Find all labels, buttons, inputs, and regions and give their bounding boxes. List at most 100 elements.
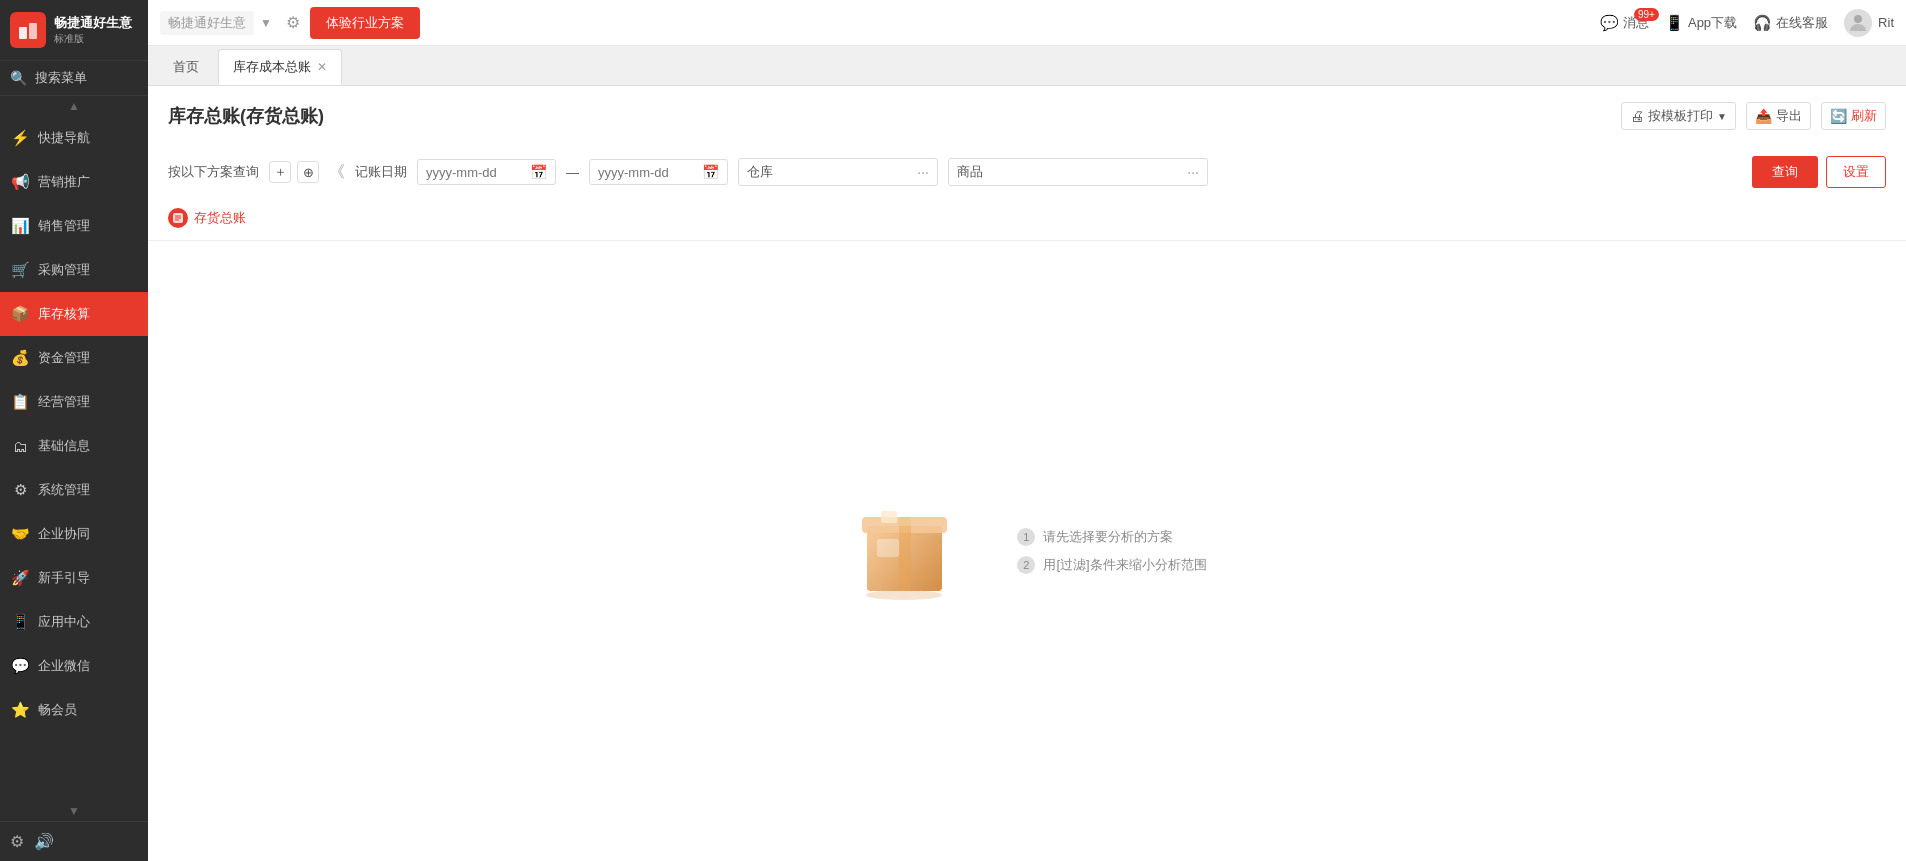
sidebar-logo: 畅捷通好生意 标准版 (0, 0, 148, 61)
svg-rect-0 (19, 27, 27, 39)
empty-row: 1 请先选择要分析的方案 2 用[过滤]条件来缩小分析范围 (847, 481, 1206, 621)
search-btn[interactable]: 查询 (1752, 156, 1818, 188)
refresh-btn[interactable]: 🔄 刷新 (1821, 102, 1886, 130)
sidebar-item-label: 资金管理 (38, 349, 90, 367)
sidebar-item-label: 应用中心 (38, 613, 90, 631)
warehouse-select[interactable]: 仓库 ··· (738, 158, 938, 186)
hint-num-2: 2 (1017, 556, 1035, 574)
hint-item-1: 1 请先选择要分析的方案 (1017, 528, 1206, 546)
settings-gear-icon[interactable]: ⚙ (286, 13, 300, 32)
basic-icon: 🗂 (10, 436, 30, 456)
calendar-start-icon: 📅 (530, 164, 547, 180)
page-actions: 🖨 按模板打印 ▼ 📤 导出 🔄 刷新 (1621, 102, 1886, 130)
sidebar-item-basic[interactable]: 🗂 基础信息 (0, 424, 148, 468)
date-start-field[interactable] (426, 165, 526, 180)
trial-btn[interactable]: 体验行业方案 (310, 7, 420, 39)
hint-text-2: 用[过滤]条件来缩小分析范围 (1043, 556, 1206, 574)
sidebar-item-membership[interactable]: ⭐ 畅会员 (0, 688, 148, 732)
cooperation-icon: 🤝 (10, 524, 30, 544)
print-dropdown-icon: ▼ (1717, 111, 1727, 122)
print-btn[interactable]: 🖨 按模板打印 ▼ (1621, 102, 1736, 130)
svg-rect-10 (899, 526, 911, 591)
goods-select[interactable]: 商品 ··· (948, 158, 1208, 186)
top-header: 畅捷通好生意 ▼ ⚙ 体验行业方案 💬 消息 99+ 📱 App下载 🎧 在线客… (148, 0, 1906, 46)
messages-action[interactable]: 💬 消息 99+ (1600, 14, 1649, 32)
sidebar-item-label: 基础信息 (38, 437, 90, 455)
sidebar-scroll-up[interactable]: ▲ (0, 96, 148, 116)
tab-home[interactable]: 首页 (158, 49, 214, 85)
sidebar-item-enterprise-wechat[interactable]: 💬 企业微信 (0, 644, 148, 688)
sidebar-item-marketing[interactable]: 📢 营销推广 (0, 160, 148, 204)
schema-row: 存货总账 (168, 200, 1886, 240)
user-info[interactable]: Rit (1844, 9, 1894, 37)
calendar-end-icon: 📅 (702, 164, 719, 180)
marketing-icon: 📢 (10, 172, 30, 192)
export-btn[interactable]: 📤 导出 (1746, 102, 1811, 130)
settings-icon[interactable]: ⚙ (10, 832, 24, 851)
message-icon: 💬 (1600, 14, 1619, 32)
audio-icon[interactable]: 🔊 (34, 832, 54, 851)
date-start-input[interactable]: 📅 (417, 159, 556, 185)
schema-item-icon (168, 208, 188, 228)
sidebar-item-operation[interactable]: 📋 经营管理 (0, 380, 148, 424)
tab-home-label: 首页 (173, 58, 199, 76)
main-area: 畅捷通好生意 ▼ ⚙ 体验行业方案 💬 消息 99+ 📱 App下载 🎧 在线客… (148, 0, 1906, 861)
sidebar-search[interactable]: 🔍 搜索菜单 (0, 61, 148, 96)
sidebar-item-quick-nav[interactable]: ⚡ 快捷导航 (0, 116, 148, 160)
tab-bar: 首页 库存成本总账 ✕ (148, 46, 1906, 86)
tab-inventory-ledger-label: 库存成本总账 (233, 58, 311, 76)
app-download-label: App下载 (1688, 14, 1737, 32)
sidebar-item-cooperation[interactable]: 🤝 企业协同 (0, 512, 148, 556)
svg-rect-11 (899, 517, 911, 533)
date-dash: — (566, 165, 579, 180)
sidebar-item-app-center[interactable]: 📱 应用中心 (0, 600, 148, 644)
membership-icon: ⭐ (10, 700, 30, 720)
warehouse-more-icon: ··· (917, 164, 929, 180)
filter-add-btn[interactable]: ＋ (269, 161, 291, 183)
message-badge: 99+ (1634, 8, 1659, 21)
sidebar-item-label: 经营管理 (38, 393, 90, 411)
sidebar-item-inventory[interactable]: 📦 库存核算 (0, 292, 148, 336)
sidebar-item-label: 库存核算 (38, 305, 90, 323)
refresh-label: 刷新 (1851, 107, 1877, 125)
sidebar-item-purchase[interactable]: 🛒 采购管理 (0, 248, 148, 292)
sidebar-item-finance[interactable]: 💰 资金管理 (0, 336, 148, 380)
app-name-text: 畅捷通好生意 标准版 (54, 15, 132, 45)
filter-collapse-icon[interactable]: 《 (329, 162, 345, 183)
sidebar-item-system[interactable]: ⚙ 系统管理 (0, 468, 148, 512)
content-area: 库存总账(存货总账) 🖨 按模板打印 ▼ 📤 导出 🔄 刷新 (148, 86, 1906, 861)
empty-hints: 1 请先选择要分析的方案 2 用[过滤]条件来缩小分析范围 (1017, 528, 1206, 574)
refresh-icon: 🔄 (1830, 108, 1847, 124)
sidebar-footer: ⚙ 🔊 (0, 821, 148, 861)
header-right: 💬 消息 99+ 📱 App下载 🎧 在线客服 Rit (1600, 9, 1894, 37)
enterprise-wechat-icon: 💬 (10, 656, 30, 676)
app-download-action[interactable]: 📱 App下载 (1665, 14, 1737, 32)
schema-item-inventory-ledger[interactable]: 存货总账 (168, 208, 246, 228)
tab-close-icon[interactable]: ✕ (317, 60, 327, 74)
page-header: 库存总账(存货总账) 🖨 按模板打印 ▼ 📤 导出 🔄 刷新 (148, 86, 1906, 241)
system-icon: ⚙ (10, 480, 30, 500)
sidebar-scroll-down[interactable]: ▼ (0, 801, 148, 821)
settings-btn[interactable]: 设置 (1826, 156, 1886, 188)
breadcrumb-arrow-icon: ▼ (260, 16, 272, 30)
print-icon: 🖨 (1630, 108, 1644, 124)
search-menu-label: 搜索菜单 (35, 69, 87, 87)
svg-point-2 (1854, 15, 1862, 23)
app-logo-icon (10, 12, 46, 48)
sidebar-item-guide[interactable]: 🚀 新手引导 (0, 556, 148, 600)
sidebar: 畅捷通好生意 标准版 🔍 搜索菜单 ▲ ⚡ 快捷导航 📢 营销推广 📊 销售管理… (0, 0, 148, 861)
date-filter-label: 记账日期 (355, 163, 407, 181)
sidebar-item-sales[interactable]: 📊 销售管理 (0, 204, 148, 248)
sidebar-item-label: 畅会员 (38, 701, 77, 719)
tab-inventory-ledger[interactable]: 库存成本总账 ✕ (218, 49, 342, 85)
inventory-icon: 📦 (10, 304, 30, 324)
filter-options-btn[interactable]: ⊕ (297, 161, 319, 183)
date-end-field[interactable] (598, 165, 698, 180)
empty-state: 1 请先选择要分析的方案 2 用[过滤]条件来缩小分析范围 (148, 241, 1906, 861)
svg-point-13 (866, 590, 942, 600)
online-service-action[interactable]: 🎧 在线客服 (1753, 14, 1828, 32)
user-name: Rit (1878, 15, 1894, 30)
date-end-input[interactable]: 📅 (589, 159, 728, 185)
svg-rect-14 (881, 511, 897, 523)
purchase-icon: 🛒 (10, 260, 30, 280)
